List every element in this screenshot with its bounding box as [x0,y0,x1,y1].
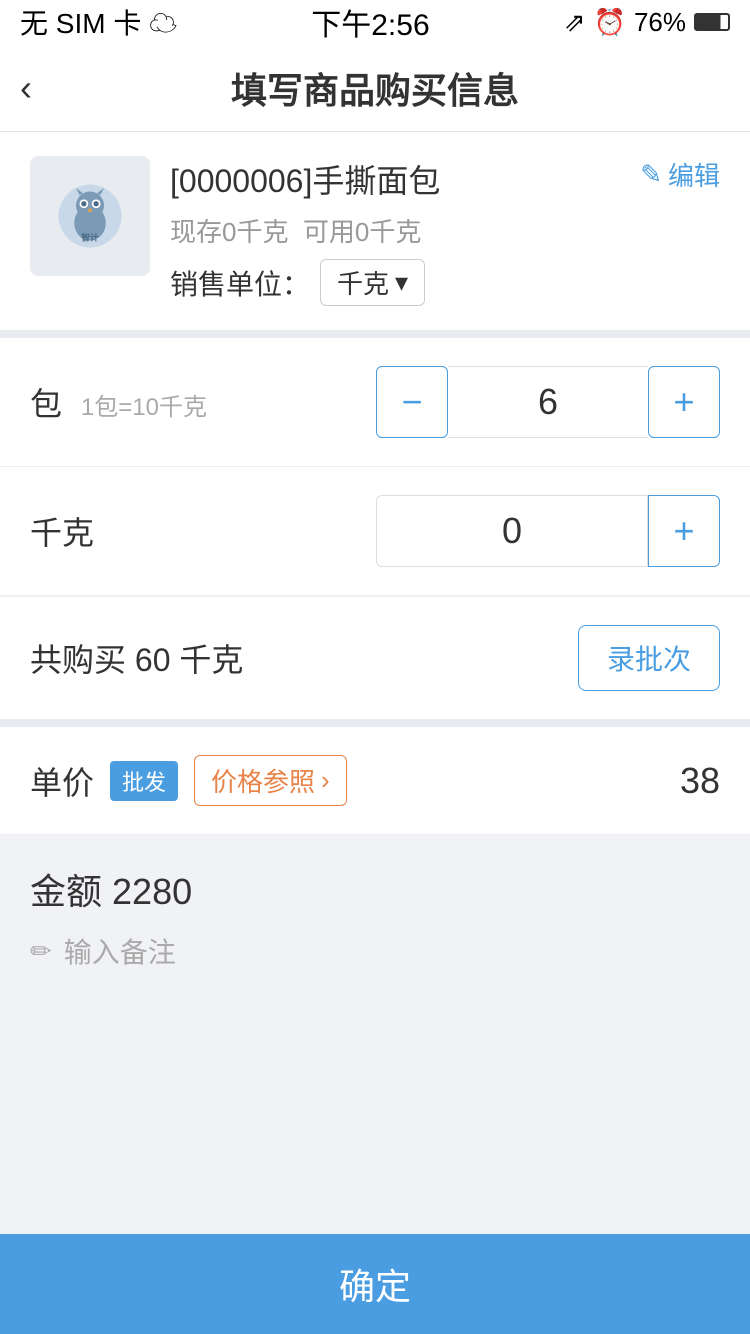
edit-icon: ✎ [640,159,662,190]
chevron-down-icon: ▾ [395,267,408,298]
amount-row: 金额 2280 [30,863,720,915]
status-left: 无 SIM 卡 ☁ [20,2,177,42]
status-signal: 无 SIM 卡 ☁ [20,2,177,42]
total-text: 共购买 60 千克 [30,635,243,681]
alarm-icon: ⏰ [594,7,626,38]
svg-text:智计: 智计 [81,232,99,243]
quantity-bao-input[interactable] [448,366,648,438]
price-tag: 批发 [110,761,178,801]
product-unit: 销售单位： 千克 ▾ [170,259,720,306]
quantity-hint: 1包=10千克 [81,394,207,421]
product-image: 智计 [30,156,150,276]
status-time: 下午2:56 [311,0,429,44]
product-name: [0000006]手撕面包 [170,156,720,202]
quantity-controls-kg: + [376,495,720,567]
unit-select[interactable]: 千克 ▾ [320,259,425,306]
battery-label: 76% [634,7,686,38]
nav-bar: ‹ 填写商品购买信息 [0,44,750,132]
decrement-bao-button[interactable]: − [376,366,448,438]
product-card: 智计 [0000006]手撕面包 现存0千克 可用0千克 销售单位： 千克 ▾ [0,132,750,338]
product-stock: 现存0千克 可用0千克 [170,212,720,249]
edit-button[interactable]: ✎ 编辑 [640,156,720,193]
product-image-logo: 智计 [55,181,125,251]
batch-button[interactable]: 录批次 [578,625,720,691]
quantity-label-bao: 包 1包=10千克 [30,379,376,425]
product-info: [0000006]手撕面包 现存0千克 可用0千克 销售单位： 千克 ▾ [170,156,720,306]
status-bar: 无 SIM 卡 ☁ 下午2:56 ⇗ ⏰ 76% [0,0,750,44]
confirm-bar[interactable]: 确定 [0,1234,750,1334]
quantity-row-kg: 千克 + [0,467,750,596]
pencil-icon: ✏ [30,936,52,967]
total-row: 共购买 60 千克 录批次 [0,597,750,727]
price-ref-button[interactable]: 价格参照 › [194,755,347,806]
price-label: 单价 [30,758,94,804]
product-card-wrapper: 智计 [0000006]手撕面包 现存0千克 可用0千克 销售单位： 千克 ▾ … [0,132,750,338]
amount-section: 金额 2280 ✏ 输入备注 [0,835,750,999]
note-row[interactable]: ✏ 输入备注 [30,931,720,971]
back-button[interactable]: ‹ [20,67,32,109]
quantity-kg-input[interactable] [376,495,648,567]
chevron-right-icon: › [321,765,330,796]
location-icon: ⇗ [564,7,586,38]
quantity-controls-bao: − + [376,366,720,438]
bottom-spacer [0,999,750,1099]
note-placeholder: 输入备注 [64,931,176,971]
quantity-label-kg: 千克 [30,508,376,554]
increment-bao-button[interactable]: + [648,366,720,438]
page-title: 填写商品购买信息 [231,62,519,114]
increment-kg-button[interactable]: + [648,495,720,567]
battery-icon [694,13,730,31]
price-section: 单价 批发 价格参照 › 38 [0,727,750,835]
quantity-section: 包 1包=10千克 − + 千克 + [0,338,750,597]
confirm-button-label: 确定 [339,1258,411,1310]
price-value: 38 [680,760,720,802]
status-right: ⇗ ⏰ 76% [564,7,730,38]
quantity-row-bao: 包 1包=10千克 − + [0,338,750,467]
